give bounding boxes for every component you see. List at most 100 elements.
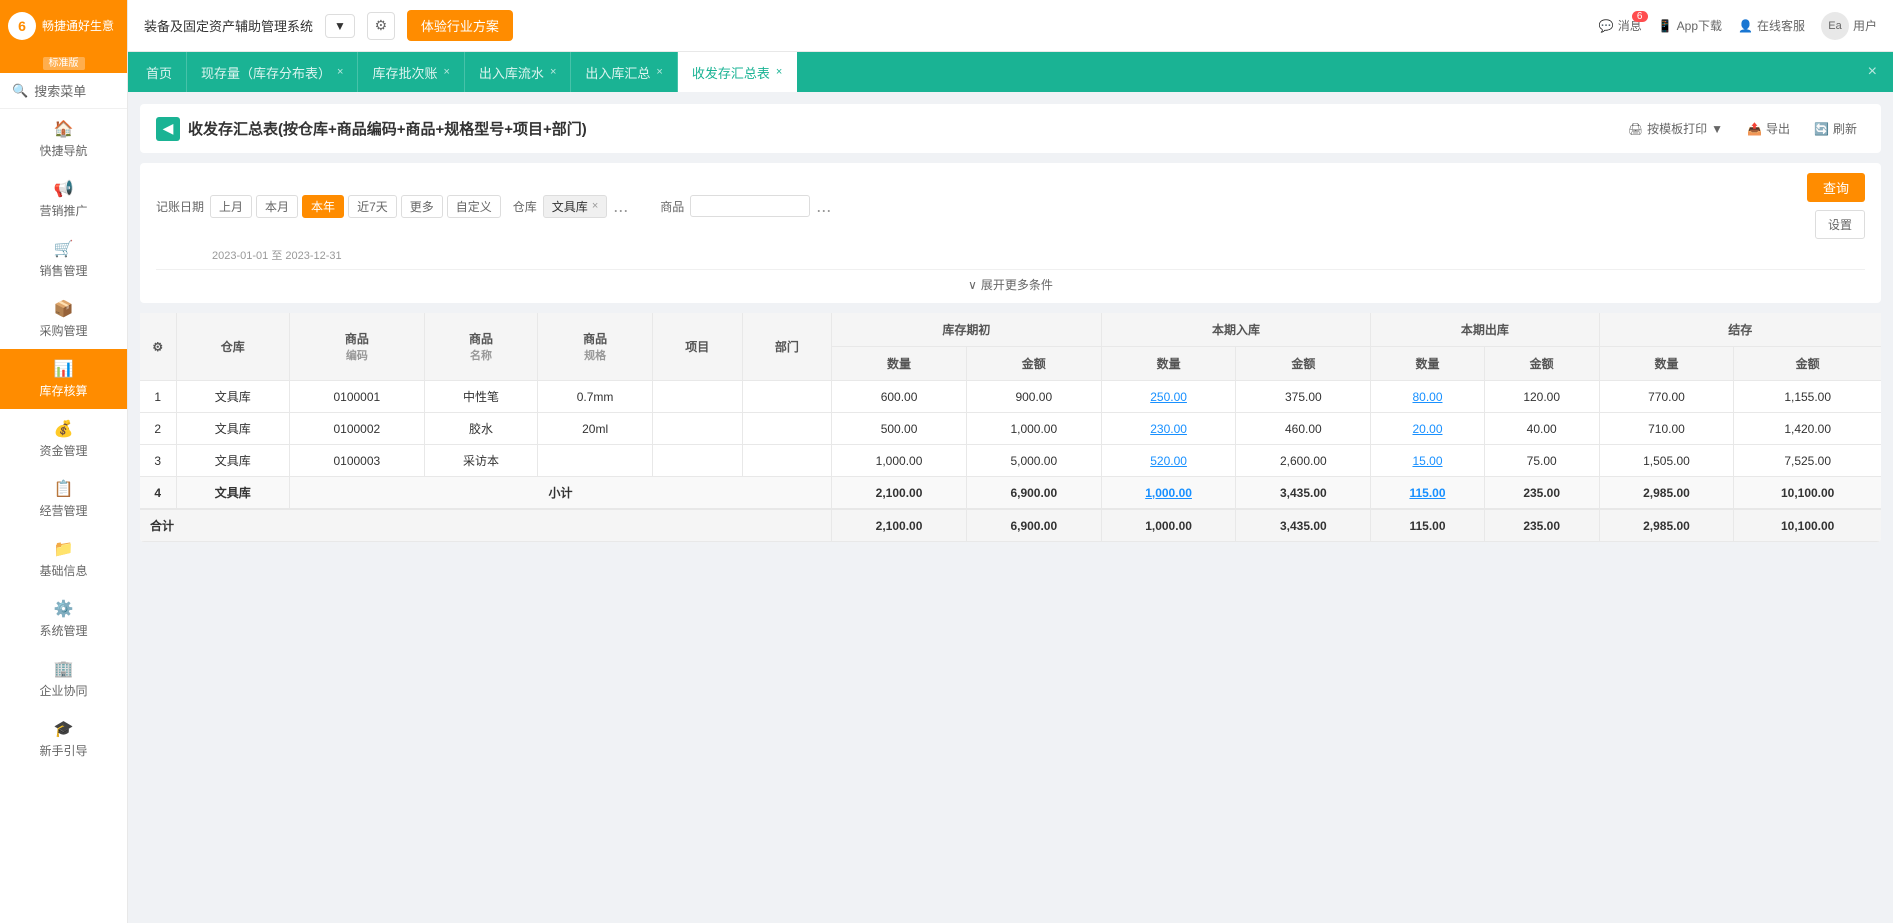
settings-gear-button[interactable]: ⚙ (367, 12, 395, 40)
guide-label: 新手引导 (39, 742, 87, 759)
tab-inout-flow[interactable]: 出入库流水 × (465, 52, 571, 92)
topbar-right: 💬 消息 6 📱 App下载 👤 在线客服 Ea 用户 (1599, 12, 1877, 40)
tab-recv-send-close[interactable]: × (776, 66, 782, 78)
out-qty-link[interactable]: 20.00 (1412, 422, 1442, 436)
total-in-amt: 3,435.00 (1236, 509, 1371, 542)
subtotal-in-qty-link[interactable]: 1,000.00 (1145, 486, 1192, 500)
cell-dept (742, 381, 832, 413)
system-label: 系统管理 (39, 622, 87, 639)
date-btn-this-month[interactable]: 本月 (256, 195, 298, 218)
tab-stock[interactable]: 现存量（库存分布表） × (187, 52, 358, 92)
col-in-qty: 数量 (1101, 347, 1236, 381)
warehouse-tag: 文具库 × (543, 195, 607, 218)
date-btn-more[interactable]: 更多 (401, 195, 443, 218)
sidebar-item-quick[interactable]: 🏠 快捷导航 (0, 109, 127, 169)
date-btn-this-year[interactable]: 本年 (302, 195, 344, 218)
tab-home[interactable]: 首页 (132, 52, 187, 92)
sidebar-item-search[interactable]: 🔍 搜索菜单 (0, 73, 127, 109)
tab-batch-close[interactable]: × (443, 66, 449, 78)
cell-out-amt: 40.00 (1484, 413, 1599, 445)
tab-stock-label: 现存量（库存分布表） (201, 63, 331, 82)
export-button[interactable]: 📤 导出 (1739, 116, 1798, 141)
tab-inout-sum-close[interactable]: × (656, 66, 662, 78)
warehouse-more-button[interactable]: ... (613, 196, 628, 217)
avatar: Ea (1821, 12, 1849, 40)
subtotal-label: 小计 (289, 477, 831, 510)
date-btn-last-month[interactable]: 上月 (210, 195, 252, 218)
col-closing-group: 结存 (1599, 313, 1881, 347)
sidebar-item-system[interactable]: ⚙️ 系统管理 (0, 589, 127, 649)
user-label: 用户 (1853, 17, 1877, 34)
cell-project (653, 381, 743, 413)
refresh-button[interactable]: 🔄 刷新 (1806, 116, 1865, 141)
sidebar-item-basic[interactable]: 📁 基础信息 (0, 529, 127, 589)
collapse-button[interactable]: ◀ (156, 117, 180, 141)
out-qty-link[interactable]: 15.00 (1412, 454, 1442, 468)
sidebar-item-marketing[interactable]: 📢 营销推广 (0, 169, 127, 229)
purchase-label: 采购管理 (39, 322, 87, 339)
tab-inout-flow-label: 出入库流水 (479, 63, 544, 82)
goods-input[interactable] (690, 195, 810, 217)
refresh-label: 刷新 (1833, 120, 1857, 137)
sidebar-item-guide[interactable]: 🎓 新手引导 (0, 709, 127, 769)
col-settings: ⚙ (140, 313, 176, 381)
cell-out-amt: 75.00 (1484, 445, 1599, 477)
sidebar-item-finance[interactable]: 💰 资金管理 (0, 409, 127, 469)
cell-project (653, 413, 743, 445)
subtotal-out-amt: 235.00 (1484, 477, 1599, 510)
col-out-group: 本期出库 (1371, 313, 1599, 347)
query-button[interactable]: 查询 (1807, 173, 1865, 202)
date-buttons: 上月 本月 本年 近7天 更多 自定义 (210, 195, 501, 218)
system-icon: ⚙️ (54, 599, 74, 619)
tab-close-all[interactable]: × (1856, 63, 1889, 81)
subtotal-in-amt: 3,435.00 (1236, 477, 1371, 510)
tab-home-label: 首页 (146, 63, 172, 82)
message-action[interactable]: 💬 消息 6 (1599, 17, 1642, 34)
export-label: 导出 (1766, 120, 1790, 137)
col-goods-spec: 商品规格 (538, 313, 653, 381)
warehouse-label: 仓库 (513, 198, 537, 215)
subtotal-out-qty-link[interactable]: 115.00 (1409, 486, 1445, 500)
sales-icon: 🛒 (54, 239, 74, 259)
sidebar-item-purchase[interactable]: 📦 采购管理 (0, 289, 127, 349)
subtotal-row: 4 文具库 小计 2,100.00 6,900.00 1,000.00 3,43… (140, 477, 1881, 510)
tab-inout-sum[interactable]: 出入库汇总 × (571, 52, 677, 92)
filter-setting-button[interactable]: 设置 (1815, 210, 1865, 239)
warehouse-remove-button[interactable]: × (592, 200, 598, 212)
subtotal-warehouse: 文具库 (176, 477, 289, 510)
goods-more-button[interactable]: ... (816, 196, 831, 217)
tab-inout-flow-close[interactable]: × (550, 66, 556, 78)
tabs-bar: 首页 现存量（库存分布表） × 库存批次账 × 出入库流水 × 出入库汇总 × … (128, 52, 1893, 92)
tab-stock-close[interactable]: × (337, 66, 343, 78)
in-qty-link[interactable]: 520.00 (1150, 454, 1187, 468)
expand-button[interactable]: ∨ 展开更多条件 (968, 276, 1053, 293)
experience-button[interactable]: 体验行业方案 (407, 10, 513, 41)
in-qty-link[interactable]: 230.00 (1150, 422, 1187, 436)
goods-filter: 商品 ... (660, 195, 831, 217)
online-service-action[interactable]: 👤 在线客服 (1738, 17, 1805, 34)
out-qty-link[interactable]: 80.00 (1412, 390, 1442, 404)
sidebar-item-operation[interactable]: 📋 经营管理 (0, 469, 127, 529)
sidebar-item-enterprise[interactable]: 🏢 企业协同 (0, 649, 127, 709)
sidebar-item-sales[interactable]: 🛒 销售管理 (0, 229, 127, 289)
app-dropdown[interactable]: ▼ (325, 14, 355, 38)
tab-recv-send[interactable]: 收发存汇总表 × (678, 52, 797, 92)
settings-icon[interactable]: ⚙ (152, 340, 163, 354)
main-area: 装备及固定资产辅助管理系统 ▼ ⚙ 体验行业方案 💬 消息 6 📱 App下载 … (128, 0, 1893, 923)
logo-area: 6 畅捷通好生意 (0, 0, 127, 52)
date-btn-custom[interactable]: 自定义 (447, 195, 501, 218)
app-download-action[interactable]: 📱 App下载 (1658, 17, 1722, 34)
table-footer: 合计 2,100.00 6,900.00 1,000.00 3,435.00 1… (140, 509, 1881, 542)
print-button[interactable]: 🖨 按模板打印 ▼ (1620, 116, 1731, 141)
tab-batch[interactable]: 库存批次账 × (358, 52, 464, 92)
in-qty-link[interactable]: 250.00 (1150, 390, 1187, 404)
basic-icon: 📁 (54, 539, 74, 559)
sidebar-item-inventory[interactable]: 📊 库存核算 (0, 349, 127, 409)
cell-seq: 3 (140, 445, 176, 477)
cell-seq: 1 (140, 381, 176, 413)
date-btn-7days[interactable]: 近7天 (348, 195, 397, 218)
user-action[interactable]: Ea 用户 (1821, 12, 1877, 40)
cell-opening-amt: 5,000.00 (966, 445, 1101, 477)
col-out-qty: 数量 (1371, 347, 1485, 381)
col-closing-qty: 数量 (1599, 347, 1734, 381)
